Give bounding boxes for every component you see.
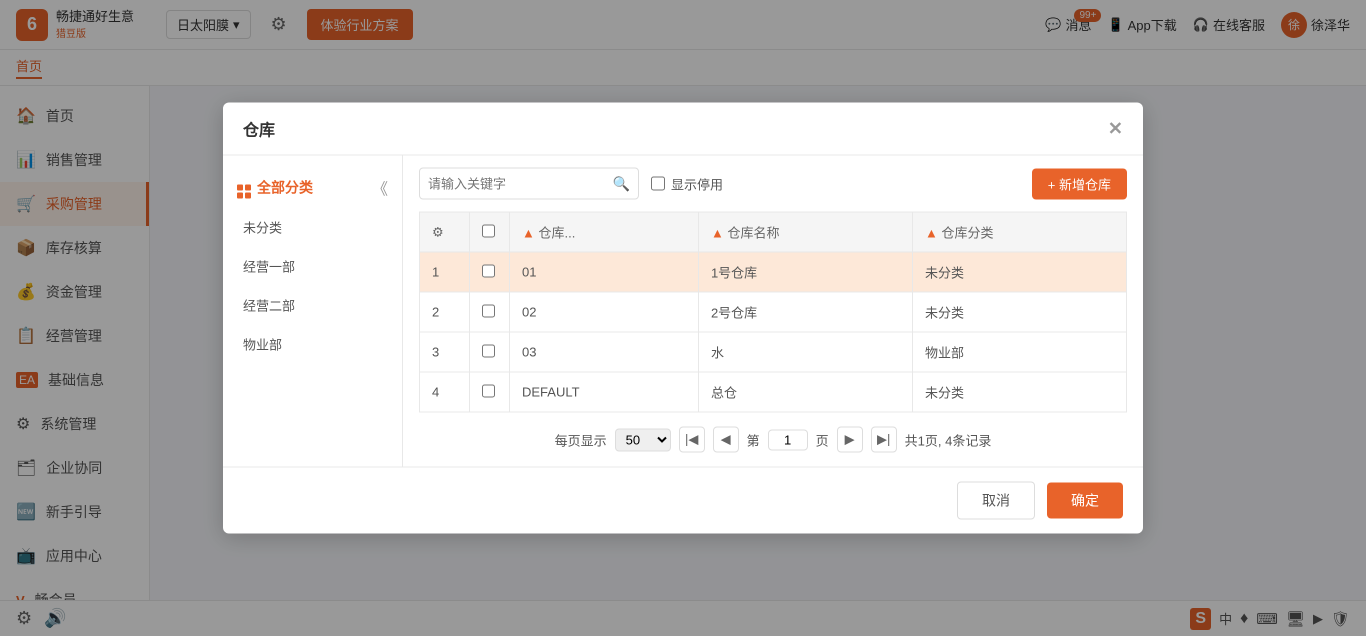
col-check-header <box>470 212 510 252</box>
select-all-checkbox[interactable] <box>482 224 495 237</box>
table-panel: 🔍 显示停用 + 新增仓库 ⚙ <box>403 156 1143 467</box>
all-category-button[interactable]: 全部分类 <box>237 177 313 198</box>
last-page-button[interactable]: ▶| <box>871 427 897 453</box>
col-settings-header: ⚙ <box>420 212 470 252</box>
row-checkbox[interactable] <box>482 344 495 357</box>
row-code: DEFAULT <box>510 372 699 412</box>
row-num: 3 <box>420 332 470 372</box>
prev-page-button[interactable]: ◀ <box>713 427 739 453</box>
row-name: 水 <box>698 332 912 372</box>
dialog-title: 仓库 <box>243 117 275 141</box>
table-row[interactable]: 2 02 2号仓库 未分类 <box>420 292 1127 332</box>
pagination: 每页显示 50 100 200 |◀ ◀ 第 页 ▶ ▶| 共1页, 4条记录 <box>403 413 1143 467</box>
table-row[interactable]: 4 DEFAULT 总仓 未分类 <box>420 372 1127 412</box>
row-code: 02 <box>510 292 699 332</box>
cancel-button[interactable]: 取消 <box>957 482 1035 520</box>
category-item-ops1[interactable]: 经营一部 <box>223 247 402 286</box>
category-item-ops2[interactable]: 经营二部 <box>223 286 402 325</box>
row-category: 未分类 <box>912 372 1126 412</box>
row-code: 01 <box>510 252 699 292</box>
disabled-checkbox[interactable] <box>651 177 665 191</box>
row-category: 未分类 <box>912 252 1126 292</box>
category-item-unclassified[interactable]: 未分类 <box>223 208 402 247</box>
category-item-property[interactable]: 物业部 <box>223 325 402 364</box>
first-page-button[interactable]: |◀ <box>679 427 705 453</box>
close-button[interactable]: ✕ <box>1108 118 1123 139</box>
grid-category-icon <box>237 177 251 198</box>
table-toolbar: 🔍 显示停用 + 新增仓库 <box>403 156 1143 212</box>
category-panel: 全部分类 《 未分类 经营一部 经营二部 物业部 <box>223 156 403 467</box>
dialog-footer: 取消 确定 <box>223 467 1143 534</box>
table-header-row: ⚙ ▲ 仓库... ▲ 仓库名称 <box>420 212 1127 252</box>
table-row[interactable]: 3 03 水 物业部 <box>420 332 1127 372</box>
per-page-select[interactable]: 50 100 200 <box>615 428 671 451</box>
add-warehouse-button[interactable]: + 新增仓库 <box>1032 168 1127 199</box>
row-category: 物业部 <box>912 332 1126 372</box>
warehouse-dialog: 仓库 ✕ 全部分类 《 未分类 经营一部 经营二部 <box>223 103 1143 534</box>
row-name: 总仓 <box>698 372 912 412</box>
dialog-body: 全部分类 《 未分类 经营一部 经营二部 物业部 <box>223 156 1143 467</box>
col-category-header: ▲ 仓库分类 <box>912 212 1126 252</box>
total-info: 共1页, 4条记录 <box>905 430 992 449</box>
row-name: 1号仓库 <box>698 252 912 292</box>
table-container: ⚙ ▲ 仓库... ▲ 仓库名称 <box>403 212 1143 413</box>
search-box: 🔍 <box>419 168 639 200</box>
confirm-button[interactable]: 确定 <box>1047 483 1123 519</box>
search-input[interactable] <box>428 176 613 191</box>
category-header: 全部分类 《 <box>223 168 402 208</box>
col-code-header: ▲ 仓库... <box>510 212 699 252</box>
table-row[interactable]: 1 01 1号仓库 未分类 <box>420 252 1127 292</box>
collapse-icon[interactable]: 《 <box>372 176 388 200</box>
col-name-header: ▲ 仓库名称 <box>698 212 912 252</box>
row-num: 2 <box>420 292 470 332</box>
row-checkbox[interactable] <box>482 264 495 277</box>
row-num: 1 <box>420 252 470 292</box>
row-code: 03 <box>510 332 699 372</box>
row-category: 未分类 <box>912 292 1126 332</box>
page-input[interactable] <box>768 429 808 450</box>
next-page-button[interactable]: ▶ <box>837 427 863 453</box>
warehouse-table: ⚙ ▲ 仓库... ▲ 仓库名称 <box>419 212 1127 413</box>
show-disabled-checkbox[interactable]: 显示停用 <box>651 174 723 193</box>
search-icon: 🔍 <box>613 175 630 192</box>
row-name: 2号仓库 <box>698 292 912 332</box>
row-num: 4 <box>420 372 470 412</box>
row-checkbox[interactable] <box>482 304 495 317</box>
row-checkbox[interactable] <box>482 384 495 397</box>
dialog-header: 仓库 ✕ <box>223 103 1143 156</box>
